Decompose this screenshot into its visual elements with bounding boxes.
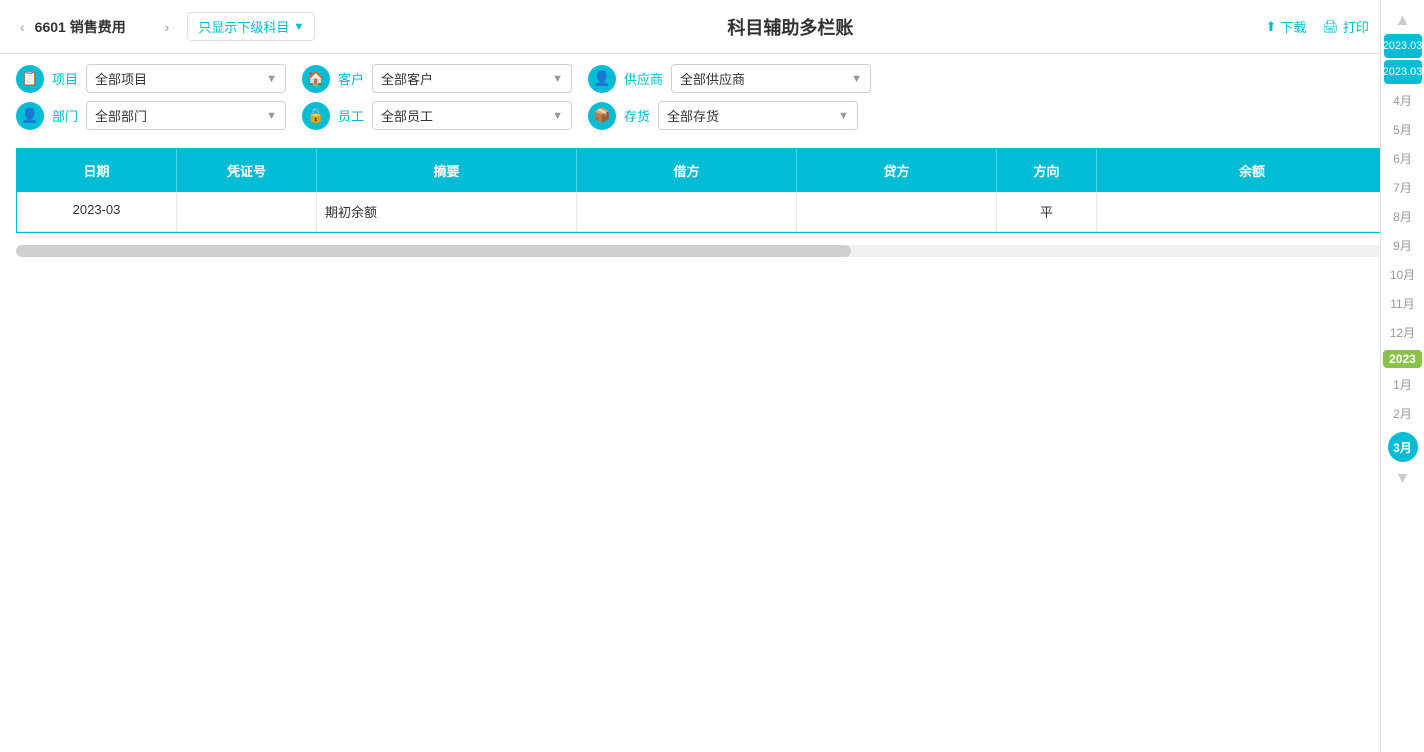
department-icon: 👤 — [16, 102, 44, 130]
sidebar-month-2[interactable]: 2月 — [1383, 399, 1423, 428]
col-balance: 余额 — [1097, 149, 1407, 192]
project-label: 项目 — [52, 69, 78, 88]
supplier-label: 供应商 — [624, 69, 663, 88]
col-credit: 贷方 — [797, 149, 997, 192]
filter-item-employee: 🔒 员工 全部员工 ▼ — [302, 101, 572, 130]
filter-item-supplier: 👤 供应商 全部供应商 ▼ — [588, 64, 871, 93]
customer-label: 客户 — [338, 69, 364, 88]
scroll-thumb[interactable] — [16, 245, 851, 257]
project-value: 全部项目 — [95, 69, 147, 88]
header: ‹ 6601 销售费用 › 只显示下级科目 ▼ 科目辅助多栏账 ⬆ 下载 🖨 打… — [0, 0, 1424, 54]
sidebar-month-2023-03-2[interactable]: 2023.03 — [1384, 60, 1422, 84]
col-direction: 方向 — [997, 149, 1097, 192]
filter-item-customer: 🏠 客户 全部客户 ▼ — [302, 64, 572, 93]
chevron-down-icon: ▼ — [851, 73, 862, 85]
sidebar-month-1[interactable]: 1月 — [1383, 370, 1423, 399]
page-title: 科目辅助多栏账 — [315, 14, 1265, 40]
chevron-down-icon: ▼ — [838, 110, 849, 122]
department-value: 全部部门 — [95, 106, 147, 125]
inventory-icon: 📦 — [588, 102, 616, 130]
print-button[interactable]: 🖨 打印 — [1322, 17, 1369, 36]
filter-item-department: 👤 部门 全部部门 ▼ — [16, 101, 286, 130]
show-sub-toggle[interactable]: 只显示下级科目 ▼ — [187, 12, 315, 41]
department-select[interactable]: 全部部门 ▼ — [86, 101, 286, 130]
col-summary: 摘要 — [317, 149, 577, 192]
col-date: 日期 — [17, 149, 177, 192]
project-select[interactable]: 全部项目 ▼ — [86, 64, 286, 93]
ledger-table: 日期 凭证号 摘要 借方 贷方 方向 余额 2023-03 期初余额 平 — [16, 148, 1408, 233]
prev-account-button[interactable]: ‹ — [16, 17, 29, 37]
next-account-button[interactable]: › — [161, 17, 174, 37]
customer-icon: 🏠 — [302, 65, 330, 93]
download-button[interactable]: ⬆ 下载 — [1265, 17, 1306, 36]
sidebar-up-button[interactable]: ▲ — [1391, 8, 1415, 34]
inventory-label: 存货 — [624, 106, 650, 125]
employee-label: 员工 — [338, 106, 364, 125]
sidebar-month-8[interactable]: 8月 — [1383, 202, 1423, 231]
project-icon: 📋 — [16, 65, 44, 93]
sidebar-down-button[interactable]: ▼ — [1391, 466, 1415, 492]
inventory-select[interactable]: 全部存货 ▼ — [658, 101, 858, 130]
scroll-track — [16, 245, 1408, 257]
col-voucher: 凭证号 — [177, 149, 317, 192]
sidebar-month-6[interactable]: 6月 — [1383, 144, 1423, 173]
year-badge: 2023 — [1383, 350, 1422, 368]
customer-value: 全部客户 — [381, 69, 433, 88]
supplier-value: 全部供应商 — [680, 69, 745, 88]
table-body: 2023-03 期初余额 平 — [17, 192, 1407, 232]
download-label: 下载 — [1280, 17, 1306, 36]
year-badge-container: 2023 — [1383, 351, 1422, 366]
sidebar-month-5[interactable]: 5月 — [1383, 115, 1423, 144]
cell-balance — [1097, 192, 1407, 231]
cell-voucher — [177, 192, 317, 231]
print-label: 打印 — [1343, 17, 1369, 36]
sidebar-month-10[interactable]: 10月 — [1383, 260, 1423, 289]
employee-icon: 🔒 — [302, 102, 330, 130]
horizontal-scrollbar[interactable] — [0, 241, 1424, 261]
table-row: 2023-03 期初余额 平 — [17, 192, 1407, 232]
table-header: 日期 凭证号 摘要 借方 贷方 方向 余额 — [17, 149, 1407, 192]
sidebar-month-2023-03-1[interactable]: 2023.03 — [1384, 34, 1422, 58]
chevron-down-icon: ▼ — [552, 110, 563, 122]
inventory-value: 全部存货 — [667, 106, 719, 125]
chevron-down-icon: ▼ — [266, 110, 277, 122]
cell-date: 2023-03 — [17, 192, 177, 231]
sidebar-month-12[interactable]: 12月 — [1383, 318, 1423, 347]
chevron-down-icon: ▼ — [552, 73, 563, 85]
employee-value: 全部员工 — [381, 106, 433, 125]
sidebar-month-9[interactable]: 9月 — [1383, 231, 1423, 260]
col-debit: 借方 — [577, 149, 797, 192]
month-sidebar: ▲ 2023.03 2023.03 4月 5月 6月 7月 8月 9月 10月 … — [1380, 0, 1424, 752]
supplier-select[interactable]: 全部供应商 ▼ — [671, 64, 871, 93]
filter-row-1: 📋 项目 全部项目 ▼ 🏠 客户 全部客户 ▼ 👤 供应商 — [16, 64, 1408, 93]
sidebar-month-4[interactable]: 4月 — [1383, 86, 1423, 115]
chevron-down-icon: ▼ — [266, 73, 277, 85]
current-month-badge[interactable]: 3月 — [1388, 432, 1418, 462]
cell-direction: 平 — [997, 192, 1097, 231]
sidebar-month-11[interactable]: 11月 — [1383, 289, 1423, 318]
customer-select[interactable]: 全部客户 ▼ — [372, 64, 572, 93]
current-month-container: 3月 — [1388, 432, 1418, 462]
employee-select[interactable]: 全部员工 ▼ — [372, 101, 572, 130]
filter-area: 📋 项目 全部项目 ▼ 🏠 客户 全部客户 ▼ 👤 供应商 — [0, 54, 1424, 148]
cell-debit — [577, 192, 797, 231]
filter-item-project: 📋 项目 全部项目 ▼ — [16, 64, 286, 93]
account-code: 6601 销售费用 — [35, 17, 155, 37]
print-icon: 🖨 — [1322, 19, 1339, 35]
show-sub-label: 只显示下级科目 — [198, 17, 289, 36]
nav-area: ‹ 6601 销售费用 › 只显示下级科目 ▼ — [16, 12, 315, 41]
filter-row-2: 👤 部门 全部部门 ▼ 🔒 员工 全部员工 ▼ 📦 存货 — [16, 101, 1408, 130]
department-label: 部门 — [52, 106, 78, 125]
sidebar-month-7[interactable]: 7月 — [1383, 173, 1423, 202]
supplier-icon: 👤 — [588, 65, 616, 93]
cell-credit — [797, 192, 997, 231]
cell-summary: 期初余额 — [317, 192, 577, 231]
filter-item-inventory: 📦 存货 全部存货 ▼ — [588, 101, 858, 130]
download-icon: ⬆ — [1265, 19, 1276, 35]
chevron-down-icon: ▼ — [293, 21, 304, 33]
